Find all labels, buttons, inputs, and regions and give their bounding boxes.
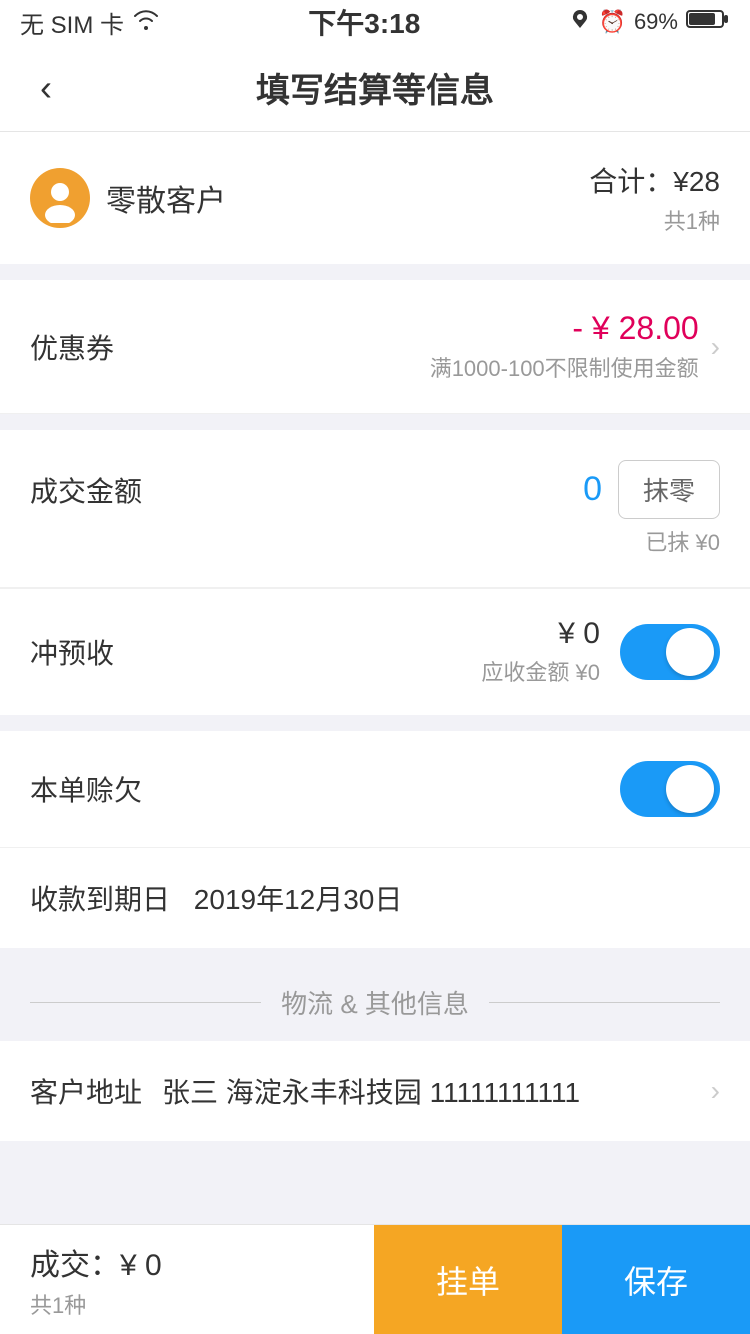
logistics-line-right: [489, 1002, 720, 1003]
due-date-label: 收款到期日: [30, 884, 170, 915]
wifi-icon: [132, 8, 160, 37]
deal-value[interactable]: 0: [562, 470, 602, 509]
total-count: 共1种: [589, 204, 720, 236]
prepay-amount: ¥ 0: [481, 617, 600, 651]
customer-name: 零散客户: [106, 176, 226, 220]
prepay-row: 冲预收 ¥ 0 应收金额 ¥0: [0, 588, 750, 715]
prepay-top: 冲预收 ¥ 0 应收金额 ¥0: [30, 617, 720, 687]
debt-label: 本单赊欠: [30, 769, 142, 809]
round-zero-button[interactable]: 抹零: [618, 460, 720, 519]
debt-row: 本单赊欠: [0, 731, 750, 847]
voucher-desc: 满1000-100不限制使用金额: [430, 351, 699, 383]
status-right: ⏰ 69%: [569, 8, 730, 36]
hang-button[interactable]: 挂单: [374, 1225, 562, 1334]
bottom-count: 共1种: [30, 1288, 344, 1320]
logistics-title: 物流 & 其他信息: [281, 984, 469, 1021]
battery-level: 69%: [634, 9, 678, 35]
prepay-sub: 应收金额 ¥0: [481, 655, 600, 687]
address-label: 客户地址: [30, 1071, 142, 1111]
status-bar: 无 SIM 卡 下午3:18 ⏰ 69%: [0, 0, 750, 44]
sim-label: 无 SIM 卡: [20, 5, 124, 40]
nav-bar: ‹ 填写结算等信息: [0, 44, 750, 132]
address-chevron: ›: [711, 1075, 720, 1107]
due-date-row[interactable]: 收款到期日 2019年12月30日: [0, 847, 750, 948]
address-value: 张三 海淀永丰科技园 11111111111: [162, 1071, 711, 1111]
deal-label: 成交金额: [30, 470, 142, 510]
deal-amount-row: 成交金额 0 抹零 已抹 ¥0: [0, 430, 750, 588]
prepay-amounts: ¥ 0 应收金额 ¥0: [481, 617, 600, 687]
deal-amount-controls: 0 抹零: [562, 460, 720, 519]
main-content: 零散客户 合计：¥28 共1种 优惠券 - ¥ 28.00 满1000-100不…: [0, 132, 750, 1261]
separator-3: [0, 948, 750, 964]
bottom-deal-label: 成交：¥ 0: [30, 1240, 344, 1284]
bottom-left: 成交：¥ 0 共1种: [0, 1240, 374, 1320]
address-row[interactable]: 客户地址 张三 海淀永丰科技园 11111111111 ›: [0, 1041, 750, 1141]
alarm-icon: ⏰: [599, 9, 626, 35]
status-left: 无 SIM 卡: [20, 5, 160, 40]
customer-row[interactable]: 零散客户 合计：¥28 共1种: [0, 132, 750, 264]
status-time: 下午3:18: [308, 2, 420, 42]
prepay-right: ¥ 0 应收金额 ¥0: [481, 617, 720, 687]
total-amount: 合计：¥28: [589, 160, 720, 200]
back-button[interactable]: ‹: [30, 57, 62, 119]
prepay-label: 冲预收: [30, 632, 114, 672]
customer-left: 零散客户: [30, 168, 226, 228]
toggle-knob: [666, 628, 714, 676]
due-date-value: 2019年12月30日: [194, 884, 403, 915]
page-title: 填写结算等信息: [256, 63, 494, 112]
voucher-row[interactable]: 优惠券 - ¥ 28.00 满1000-100不限制使用金额 ›: [0, 280, 750, 414]
logistics-line-left: [30, 1002, 261, 1003]
separator-1: [0, 414, 750, 430]
already-zero-label: 已抹 ¥0: [645, 530, 720, 555]
battery-icon: [686, 8, 730, 36]
voucher-amount: - ¥ 28.00: [430, 310, 699, 347]
logistics-header: 物流 & 其他信息: [0, 964, 750, 1041]
debt-toggle[interactable]: [620, 761, 720, 817]
voucher-chevron: ›: [711, 331, 720, 363]
avatar: [30, 168, 90, 228]
separator-2: [0, 715, 750, 731]
voucher-detail: - ¥ 28.00 满1000-100不限制使用金额: [430, 310, 699, 383]
customer-summary: 合计：¥28 共1种: [589, 160, 720, 236]
voucher-label: 优惠券: [30, 327, 114, 367]
location-icon: [569, 8, 591, 36]
save-button[interactable]: 保存: [562, 1225, 750, 1334]
debt-toggle-knob: [666, 765, 714, 813]
prepay-toggle[interactable]: [620, 624, 720, 680]
bottom-bar: 成交：¥ 0 共1种 挂单 保存: [0, 1224, 750, 1334]
